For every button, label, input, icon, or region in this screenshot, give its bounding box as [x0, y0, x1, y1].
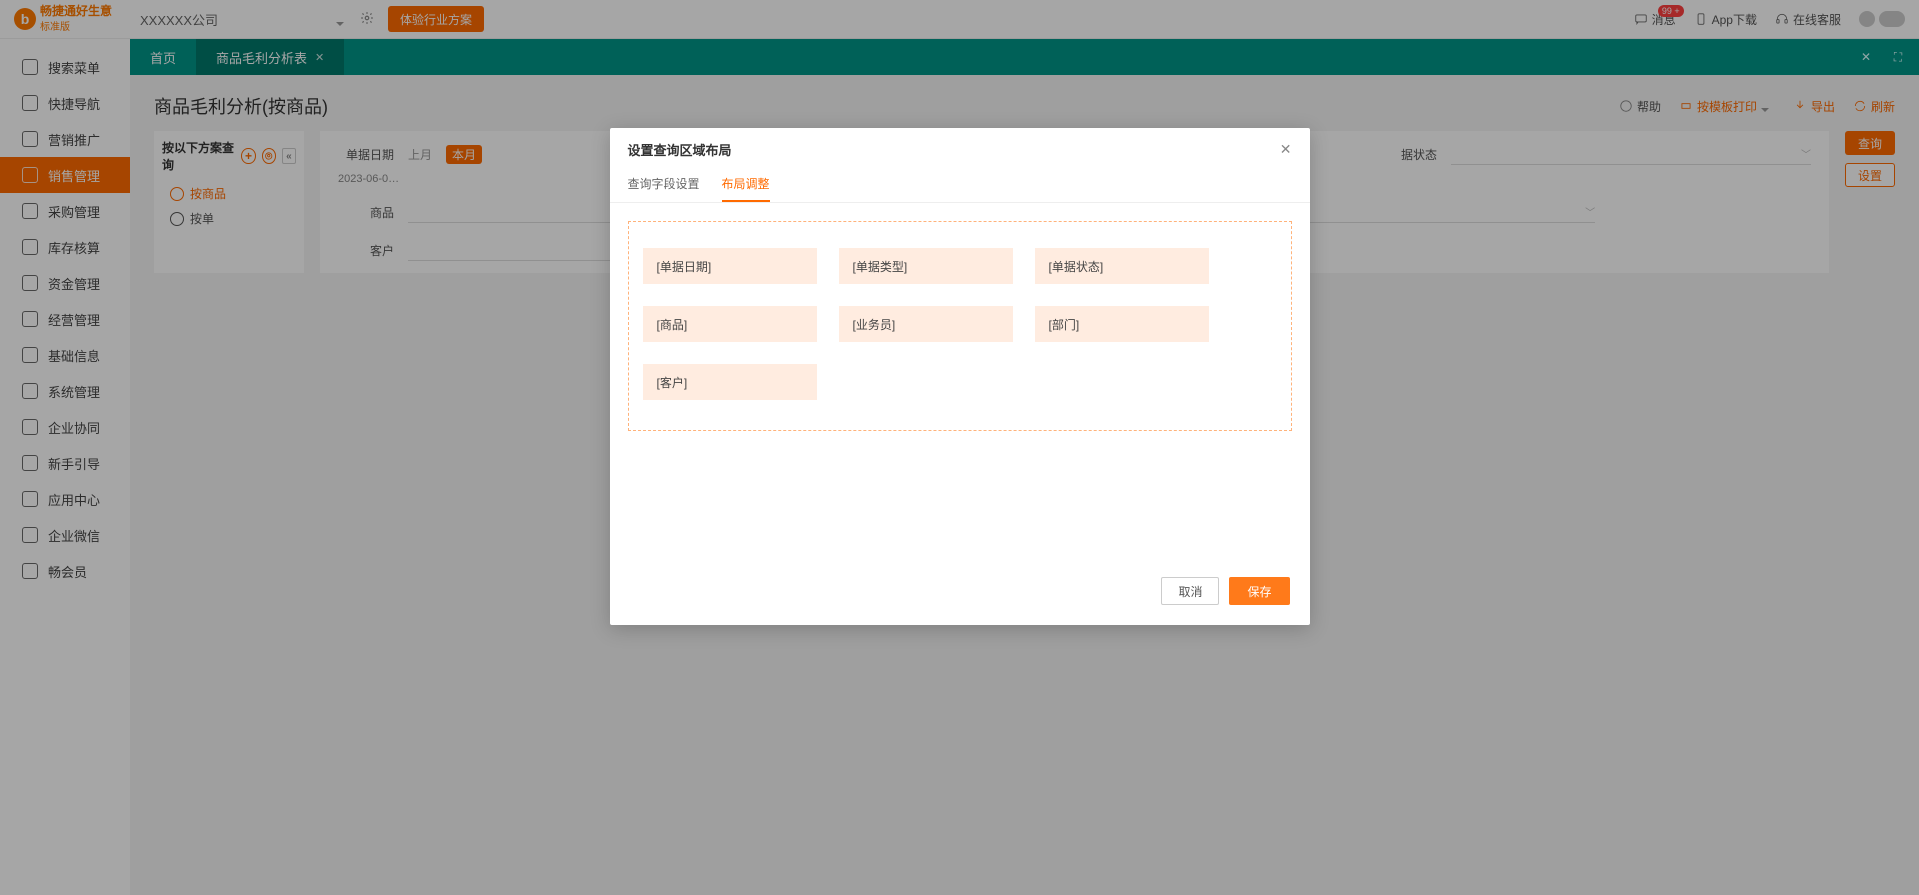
- field-tag-status[interactable]: [单据状态]: [1035, 248, 1209, 284]
- layout-dropzone[interactable]: [单据日期] [单据类型] [单据状态] [商品] [业务员] [部门] [客户…: [628, 221, 1292, 431]
- modal-title: 设置查询区域布局: [628, 140, 732, 159]
- cancel-button[interactable]: 取消: [1161, 577, 1219, 605]
- modal-overlay[interactable]: 设置查询区域布局 ✕ 查询字段设置 布局调整 [单据日期] [单据类型] [单据…: [0, 0, 1919, 895]
- field-tag-customer[interactable]: [客户]: [643, 364, 817, 400]
- field-tag-product[interactable]: [商品]: [643, 306, 817, 342]
- modal-tab-layout[interactable]: 布局调整: [722, 167, 770, 202]
- save-button[interactable]: 保存: [1229, 577, 1289, 605]
- field-tag-salesman[interactable]: [业务员]: [839, 306, 1013, 342]
- modal-close-button[interactable]: ✕: [1280, 141, 1292, 158]
- layout-modal: 设置查询区域布局 ✕ 查询字段设置 布局调整 [单据日期] [单据类型] [单据…: [610, 128, 1310, 625]
- field-tag-dept[interactable]: [部门]: [1035, 306, 1209, 342]
- field-tag-type[interactable]: [单据类型]: [839, 248, 1013, 284]
- field-tag-date[interactable]: [单据日期]: [643, 248, 817, 284]
- modal-tabs: 查询字段设置 布局调整: [610, 167, 1310, 203]
- modal-tab-fields[interactable]: 查询字段设置: [628, 167, 700, 202]
